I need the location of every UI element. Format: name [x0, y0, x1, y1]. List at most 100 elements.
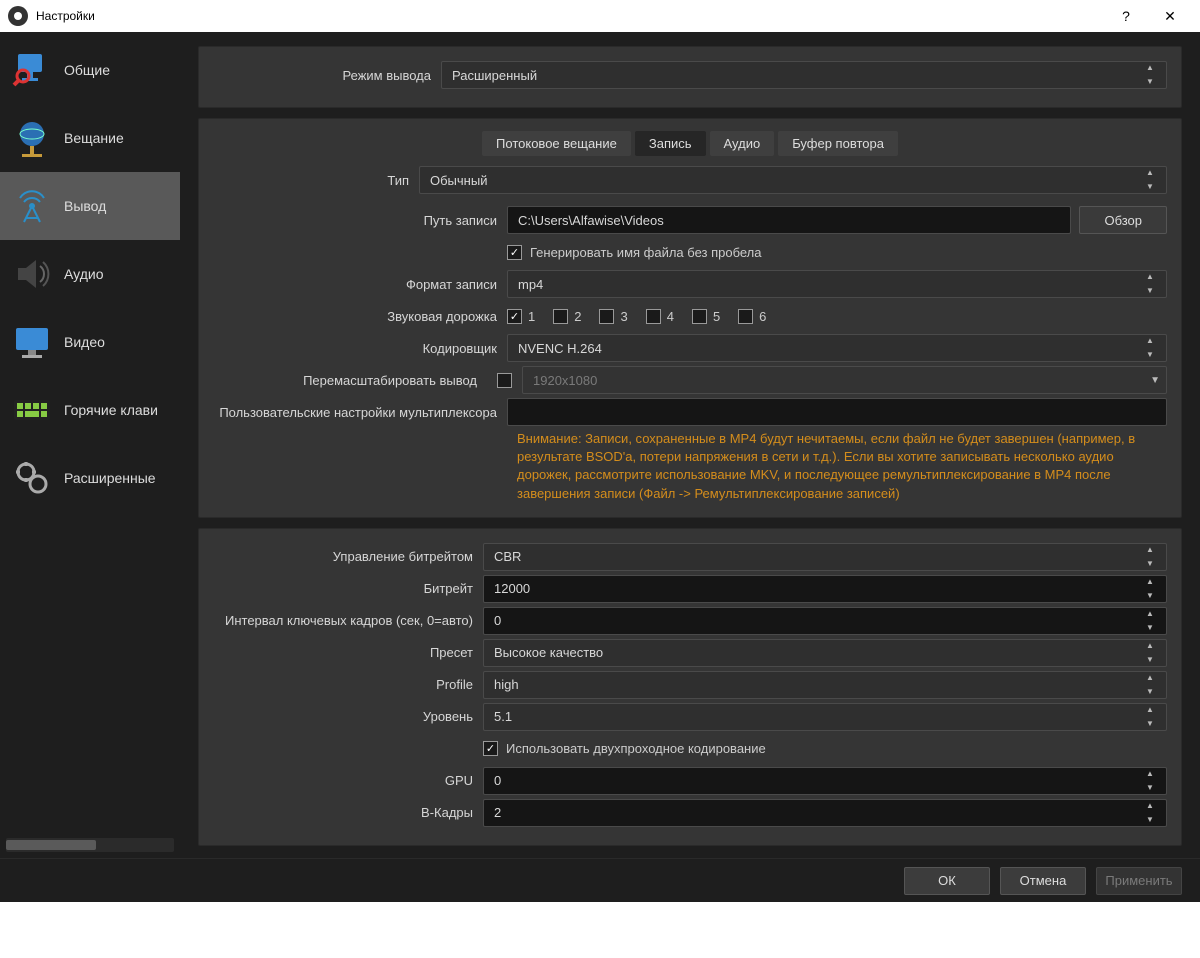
- profile-value: high: [494, 677, 519, 692]
- ok-button[interactable]: ОК: [904, 867, 990, 895]
- audio-track-1-label: 1: [528, 309, 535, 324]
- recording-path-label: Путь записи: [213, 213, 507, 228]
- recording-format-select[interactable]: mp4 ▲▼: [507, 270, 1167, 298]
- sidebar-item-output[interactable]: Вывод: [0, 172, 180, 240]
- rescale-output-checkbox[interactable]: [497, 373, 512, 388]
- level-value: 5.1: [494, 709, 512, 724]
- two-pass-encoding-label: Использовать двухпроходное кодирование: [506, 741, 766, 756]
- tab-replay-buffer[interactable]: Буфер повтора: [778, 131, 898, 156]
- updown-icon: ▲▼: [1146, 546, 1162, 568]
- updown-icon: ▲▼: [1146, 642, 1162, 664]
- audio-tracks-label: Звуковая дорожка: [213, 309, 507, 324]
- level-label: Уровень: [213, 709, 483, 724]
- sidebar-item-label: Аудио: [64, 266, 170, 282]
- muxer-settings-input[interactable]: [507, 398, 1167, 426]
- mp4-warning-text: Внимание: Записи, сохраненные в MP4 буду…: [517, 430, 1167, 503]
- audio-track-6-checkbox[interactable]: [738, 309, 753, 324]
- gears-icon: [10, 456, 54, 500]
- browse-button[interactable]: Обзор: [1079, 206, 1167, 234]
- updown-icon: ▲▼: [1146, 64, 1162, 86]
- preset-value: Высокое качество: [494, 645, 603, 660]
- updown-icon: ▲▼: [1146, 706, 1162, 728]
- recording-path-value: C:\Users\Alfawise\Videos: [518, 213, 664, 228]
- updown-icon: ▲▼: [1146, 169, 1162, 191]
- recording-format-label: Формат записи: [213, 277, 507, 292]
- output-mode-value: Расширенный: [452, 68, 537, 83]
- tab-streaming[interactable]: Потоковое вещание: [482, 131, 631, 156]
- rate-control-value: CBR: [494, 549, 521, 564]
- rescale-output-value: 1920x1080: [533, 373, 597, 388]
- sidebar-item-label: Общие: [64, 62, 170, 78]
- sidebar-item-general[interactable]: Общие: [0, 36, 180, 104]
- gpu-input[interactable]: 0▲▼: [483, 767, 1167, 795]
- audio-track-2-label: 2: [574, 309, 581, 324]
- cancel-button[interactable]: Отмена: [1000, 867, 1086, 895]
- audio-track-3-checkbox[interactable]: [599, 309, 614, 324]
- recording-type-select[interactable]: Обычный ▲▼: [419, 166, 1167, 194]
- tab-audio[interactable]: Аудио: [710, 131, 775, 156]
- encoder-select[interactable]: NVENC H.264 ▲▼: [507, 334, 1167, 362]
- keyframe-interval-input[interactable]: 0 ▲▼: [483, 607, 1167, 635]
- globe-antenna-icon: [10, 116, 54, 160]
- sidebar-item-stream[interactable]: Вещание: [0, 104, 180, 172]
- updown-icon: ▲▼: [1146, 273, 1162, 295]
- profile-label: Profile: [213, 677, 483, 692]
- keyframe-interval-value: 0: [494, 613, 501, 628]
- audio-track-5-checkbox[interactable]: [692, 309, 707, 324]
- help-button[interactable]: ?: [1104, 0, 1148, 32]
- audio-track-2-checkbox[interactable]: [553, 309, 568, 324]
- recording-path-input[interactable]: C:\Users\Alfawise\Videos: [507, 206, 1071, 234]
- profile-select[interactable]: high▲▼: [483, 671, 1167, 699]
- updown-icon: ▲▼: [1146, 337, 1162, 359]
- sidebar-item-label: Горячие клави: [64, 402, 170, 418]
- keyframe-interval-label: Интервал ключевых кадров (сек, 0=авто): [213, 613, 483, 628]
- sidebar-item-label: Видео: [64, 334, 170, 350]
- sidebar-item-label: Вывод: [64, 198, 170, 214]
- two-pass-encoding-checkbox[interactable]: [483, 741, 498, 756]
- preset-select[interactable]: Высокое качество ▲▼: [483, 639, 1167, 667]
- chevron-down-icon: ▼: [1150, 375, 1160, 386]
- updown-icon: ▲▼: [1146, 610, 1162, 632]
- recording-type-label: Тип: [213, 173, 419, 188]
- updown-icon: ▲▼: [1146, 770, 1162, 792]
- level-select[interactable]: 5.1 ▲▼: [483, 703, 1167, 731]
- keyboard-icon: [10, 388, 54, 432]
- muxer-settings-label: Пользовательские настройки мультиплексор…: [213, 405, 507, 420]
- rescale-output-label: Перемасштабировать вывод: [213, 373, 487, 388]
- bframes-label: B-Кадры: [213, 805, 483, 820]
- apply-button: Применить: [1096, 867, 1182, 895]
- audio-track-1-checkbox[interactable]: [507, 309, 522, 324]
- bitrate-input[interactable]: 12000 ▲▼: [483, 575, 1167, 603]
- sidebar-item-hotkeys[interactable]: Горячие клави: [0, 376, 180, 444]
- audio-track-6-label: 6: [759, 309, 766, 324]
- sidebar-item-video[interactable]: Видео: [0, 308, 180, 376]
- rate-control-select[interactable]: CBR ▲▼: [483, 543, 1167, 571]
- antenna-broadcast-icon: [10, 184, 54, 228]
- preset-label: Пресет: [213, 645, 483, 660]
- recording-panel: Потоковое вещание Запись Аудио Буфер пов…: [198, 118, 1182, 518]
- recording-format-value: mp4: [518, 277, 543, 292]
- updown-icon: ▲▼: [1146, 578, 1162, 600]
- bframes-value: 2: [494, 805, 501, 820]
- content-area: Режим вывода Расширенный ▲▼ Потоковое ве…: [180, 32, 1200, 858]
- close-button[interactable]: ✕: [1148, 0, 1192, 32]
- sidebar-horizontal-scrollbar[interactable]: [6, 838, 174, 852]
- recording-type-value: Обычный: [430, 173, 487, 188]
- sidebar-item-audio[interactable]: Аудио: [0, 240, 180, 308]
- bframes-input[interactable]: 2▲▼: [483, 799, 1167, 827]
- audio-track-4-checkbox[interactable]: [646, 309, 661, 324]
- sidebar-item-advanced[interactable]: Расширенные: [0, 444, 180, 512]
- sidebar-item-label: Вещание: [64, 130, 170, 146]
- output-mode-select[interactable]: Расширенный ▲▼: [441, 61, 1167, 89]
- output-mode-label: Режим вывода: [213, 68, 441, 83]
- tab-recording[interactable]: Запись: [635, 131, 706, 156]
- titlebar: Настройки ? ✕: [0, 0, 1200, 32]
- sidebar-item-label: Расширенные: [64, 470, 170, 486]
- bitrate-value: 12000: [494, 581, 530, 596]
- output-mode-panel: Режим вывода Расширенный ▲▼: [198, 46, 1182, 108]
- audio-track-5-label: 5: [713, 309, 720, 324]
- bitrate-label: Битрейт: [213, 581, 483, 596]
- rescale-output-select: 1920x1080 ▼: [522, 366, 1167, 394]
- generate-filename-no-space-checkbox[interactable]: [507, 245, 522, 260]
- gpu-label: GPU: [213, 773, 483, 788]
